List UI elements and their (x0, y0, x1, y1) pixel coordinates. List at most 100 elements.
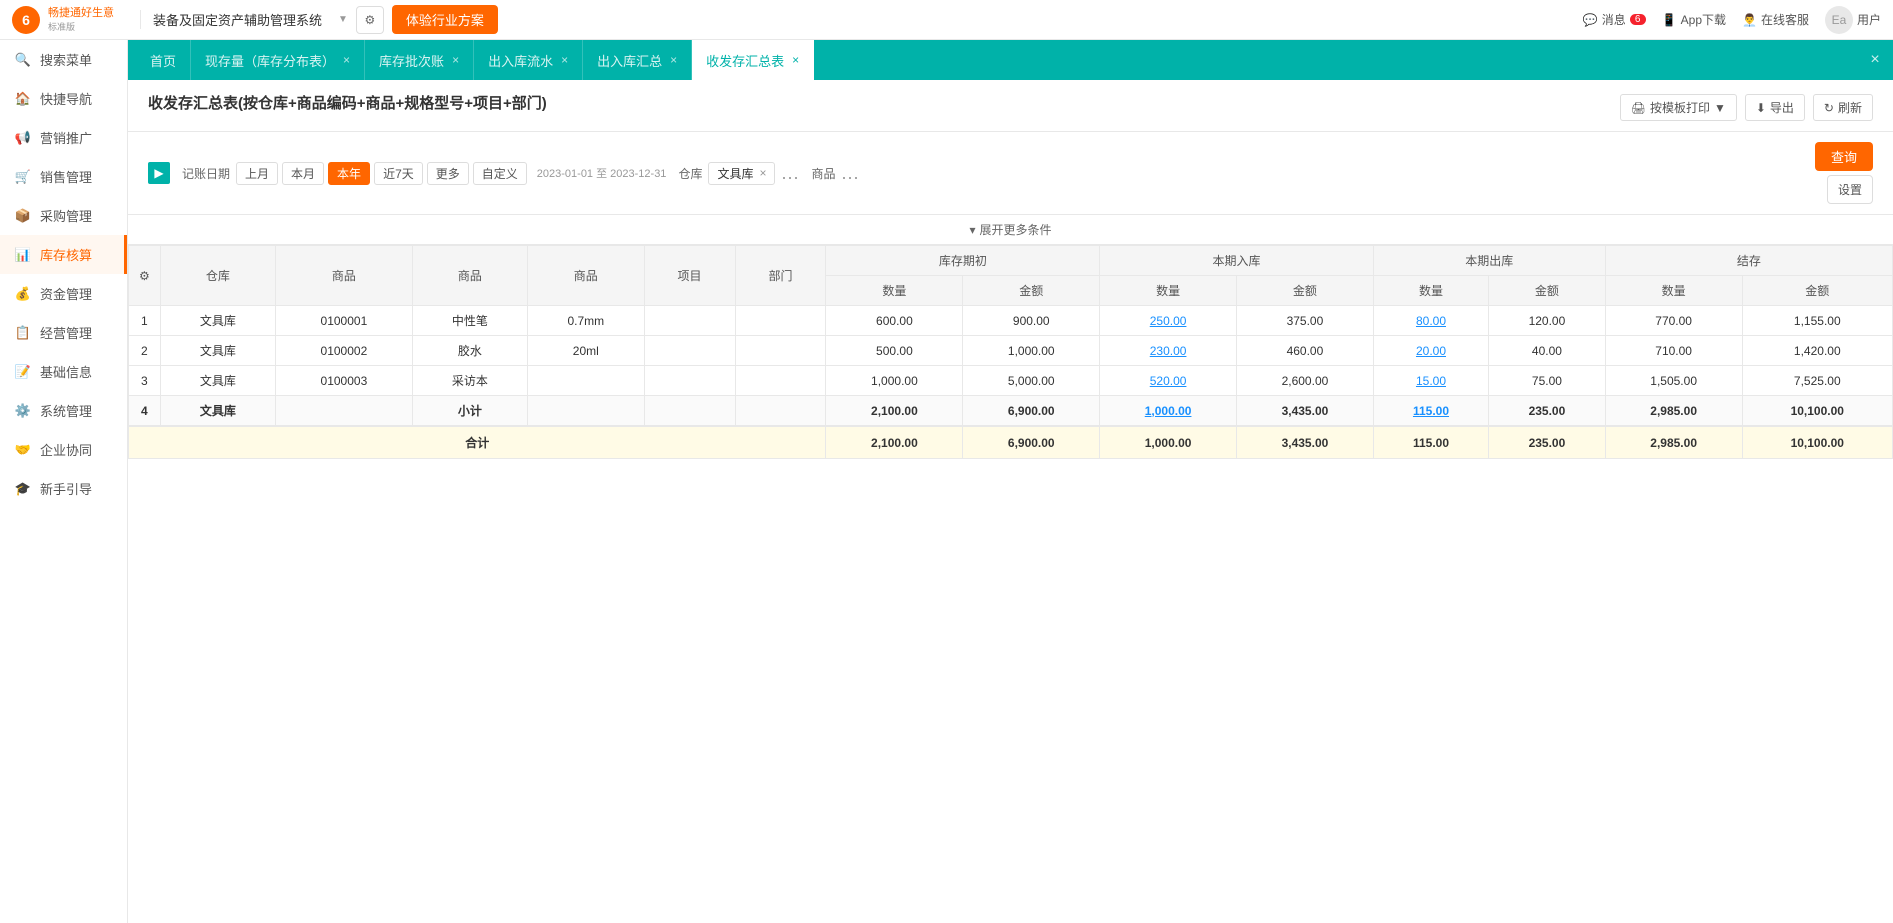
linked-value[interactable]: 250.00 (1150, 314, 1187, 328)
filter-area: ▶ 记账日期 上月 本月 本年 近7天 更多 自定义 2023-01-01 至 … (128, 132, 1893, 215)
sidebar-item-sales[interactable]: 🛒 销售管理 (0, 157, 127, 196)
filter-toggle-button[interactable]: ▶ (148, 162, 170, 184)
user-label: 用户 (1857, 11, 1881, 28)
footer-out-amount: 235.00 (1489, 426, 1606, 459)
sidebar-label-finance: 资金管理 (40, 284, 92, 303)
online-service-button[interactable]: 👨‍💼 在线客服 (1742, 11, 1809, 28)
tab-home[interactable]: 首页 (136, 40, 191, 80)
content-area: 首页 现存量（库存分布表） × 库存批次账 × 出入库流水 × 出入库汇总 × (128, 40, 1893, 923)
tab-close-batch-ledger[interactable]: × (452, 53, 459, 67)
linked-value[interactable]: 80.00 (1416, 314, 1446, 328)
trial-button[interactable]: 体验行业方案 (392, 5, 498, 34)
warehouse-tag-remove[interactable]: × (759, 166, 766, 180)
date-last-7days-btn[interactable]: 近7天 (374, 162, 423, 185)
user-menu[interactable]: Ea 用户 (1825, 6, 1881, 34)
sidebar-label-enterprise: 企业协同 (40, 440, 92, 459)
close-all-tabs-button[interactable]: × (1857, 40, 1893, 80)
tab-batch-ledger[interactable]: 库存批次账 × (365, 40, 474, 80)
linked-value[interactable]: 520.00 (1150, 374, 1187, 388)
query-button[interactable]: 查询 (1815, 142, 1873, 171)
col-header-opening-amount: 金额 (963, 276, 1100, 306)
print-icon: 🖨 (1631, 101, 1646, 115)
tab-inventory-dist[interactable]: 现存量（库存分布表） × (191, 40, 365, 80)
sidebar-item-search[interactable]: 🔍 搜索菜单 (0, 40, 127, 79)
sidebar-item-quick-nav[interactable]: 🏠 快捷导航 (0, 79, 127, 118)
data-table-container: ⚙ 仓库 商品 商品 商品 项目 部门 库存期初 本期入库 本期出库 结存 (128, 245, 1893, 923)
col-header-warehouse: 仓库 (160, 246, 275, 306)
tab-close-in-out-flow[interactable]: × (561, 53, 568, 67)
date-this-month-btn[interactable]: 本月 (282, 162, 324, 185)
sidebar-item-system[interactable]: ⚙️ 系统管理 (0, 391, 127, 430)
avatar: Ea (1825, 6, 1853, 34)
message-icon: 💬 (1583, 13, 1598, 27)
sidebar-item-basic-info[interactable]: 📝 基础信息 (0, 352, 127, 391)
purchase-icon: 📦 (14, 207, 32, 225)
sidebar-item-operations[interactable]: 📋 经营管理 (0, 313, 127, 352)
message-label: 消息 (1602, 11, 1626, 28)
export-button[interactable]: ⬇ 导出 (1745, 94, 1805, 121)
message-badge: 6 (1630, 14, 1646, 25)
sidebar-label-quick-nav: 快捷导航 (40, 89, 92, 108)
tab-batch-ledger-label: 库存批次账 (379, 51, 444, 70)
sidebar-item-guide[interactable]: 🎓 新手引导 (0, 469, 127, 508)
date-custom-btn[interactable]: 自定义 (473, 162, 527, 185)
sidebar-item-enterprise[interactable]: 🤝 企业协同 (0, 430, 127, 469)
sidebar-item-inventory[interactable]: 📊 库存核算 (0, 235, 127, 274)
col-header-goods-spec: 商品 (528, 246, 645, 306)
system-selector[interactable]: 装备及固定资产辅助管理系统 ▼ (140, 10, 348, 29)
export-label: 导出 (1770, 99, 1794, 116)
date-more-btn[interactable]: 更多 (427, 162, 469, 185)
message-button[interactable]: 💬 消息 6 (1583, 11, 1646, 28)
col-header-out-amount: 金额 (1489, 276, 1606, 306)
warehouse-more-button[interactable]: ... (781, 163, 799, 184)
linked-value[interactable]: 115.00 (1413, 404, 1449, 418)
filter-settings-button[interactable]: 设置 (1827, 175, 1873, 204)
tab-close-in-out-summary[interactable]: × (670, 53, 677, 67)
expand-conditions-button[interactable]: ▾ 展开更多条件 (969, 221, 1051, 238)
linked-value[interactable]: 15.00 (1416, 374, 1446, 388)
goods-more-button[interactable]: ... (842, 163, 860, 184)
date-this-year-btn[interactable]: 本年 (328, 162, 370, 185)
marketing-icon: 📢 (14, 129, 32, 147)
settings-button[interactable]: ⚙ (356, 6, 384, 34)
search-icon: 🔍 (14, 51, 32, 69)
date-filter-group: 记账日期 上月 本月 本年 近7天 更多 自定义 2023-01-01 至 20… (182, 162, 666, 185)
sidebar-label-purchase: 采购管理 (40, 206, 92, 225)
col-header-closing-qty: 数量 (1605, 276, 1742, 306)
linked-value[interactable]: 230.00 (1150, 344, 1187, 358)
warehouse-tag: 文具库 × (708, 162, 775, 185)
footer-out-qty: 115.00 (1373, 426, 1488, 459)
col-header-opening-group: 库存期初 (826, 246, 1100, 276)
print-chevron-icon: ▼ (1714, 101, 1726, 115)
sidebar-item-finance[interactable]: 💰 资金管理 (0, 274, 127, 313)
sidebar-label-search: 搜索菜单 (40, 50, 92, 69)
inventory-icon: 📊 (14, 246, 32, 264)
download-icon: 📱 (1662, 13, 1677, 27)
tab-close-receipt-summary[interactable]: × (792, 53, 799, 67)
col-header-department: 部门 (735, 246, 826, 306)
date-last-month-btn[interactable]: 上月 (236, 162, 278, 185)
sidebar-label-system: 系统管理 (40, 401, 92, 420)
top-right-area: 💬 消息 6 📱 App下载 👨‍💼 在线客服 Ea 用户 (1583, 6, 1881, 34)
print-label: 按模板打印 (1650, 99, 1710, 116)
footer-in-qty: 1,000.00 (1100, 426, 1237, 459)
app-download-label: App下载 (1681, 11, 1726, 28)
app-download-button[interactable]: 📱 App下载 (1662, 11, 1726, 28)
footer-closing-qty: 2,985.00 (1605, 426, 1742, 459)
system-icon: ⚙️ (14, 402, 32, 420)
col-header-closing-group: 结存 (1605, 246, 1892, 276)
sidebar-item-purchase[interactable]: 📦 采购管理 (0, 196, 127, 235)
tab-in-out-flow[interactable]: 出入库流水 × (474, 40, 583, 80)
enterprise-icon: 🤝 (14, 441, 32, 459)
tab-receipt-summary[interactable]: 收发存汇总表 × (692, 40, 814, 80)
tab-close-inventory-dist[interactable]: × (343, 53, 350, 67)
col-header-closing-amount: 金额 (1742, 276, 1892, 306)
refresh-button[interactable]: ↻ 刷新 (1813, 94, 1873, 121)
linked-value[interactable]: 1,000.00 (1145, 404, 1192, 418)
col-header-in-qty: 数量 (1100, 276, 1237, 306)
sidebar-item-marketing[interactable]: 📢 营销推广 (0, 118, 127, 157)
col-header-gear: ⚙ (129, 246, 161, 306)
tab-in-out-summary[interactable]: 出入库汇总 × (583, 40, 692, 80)
print-button[interactable]: 🖨 按模板打印 ▼ (1620, 94, 1737, 121)
linked-value[interactable]: 20.00 (1416, 344, 1446, 358)
